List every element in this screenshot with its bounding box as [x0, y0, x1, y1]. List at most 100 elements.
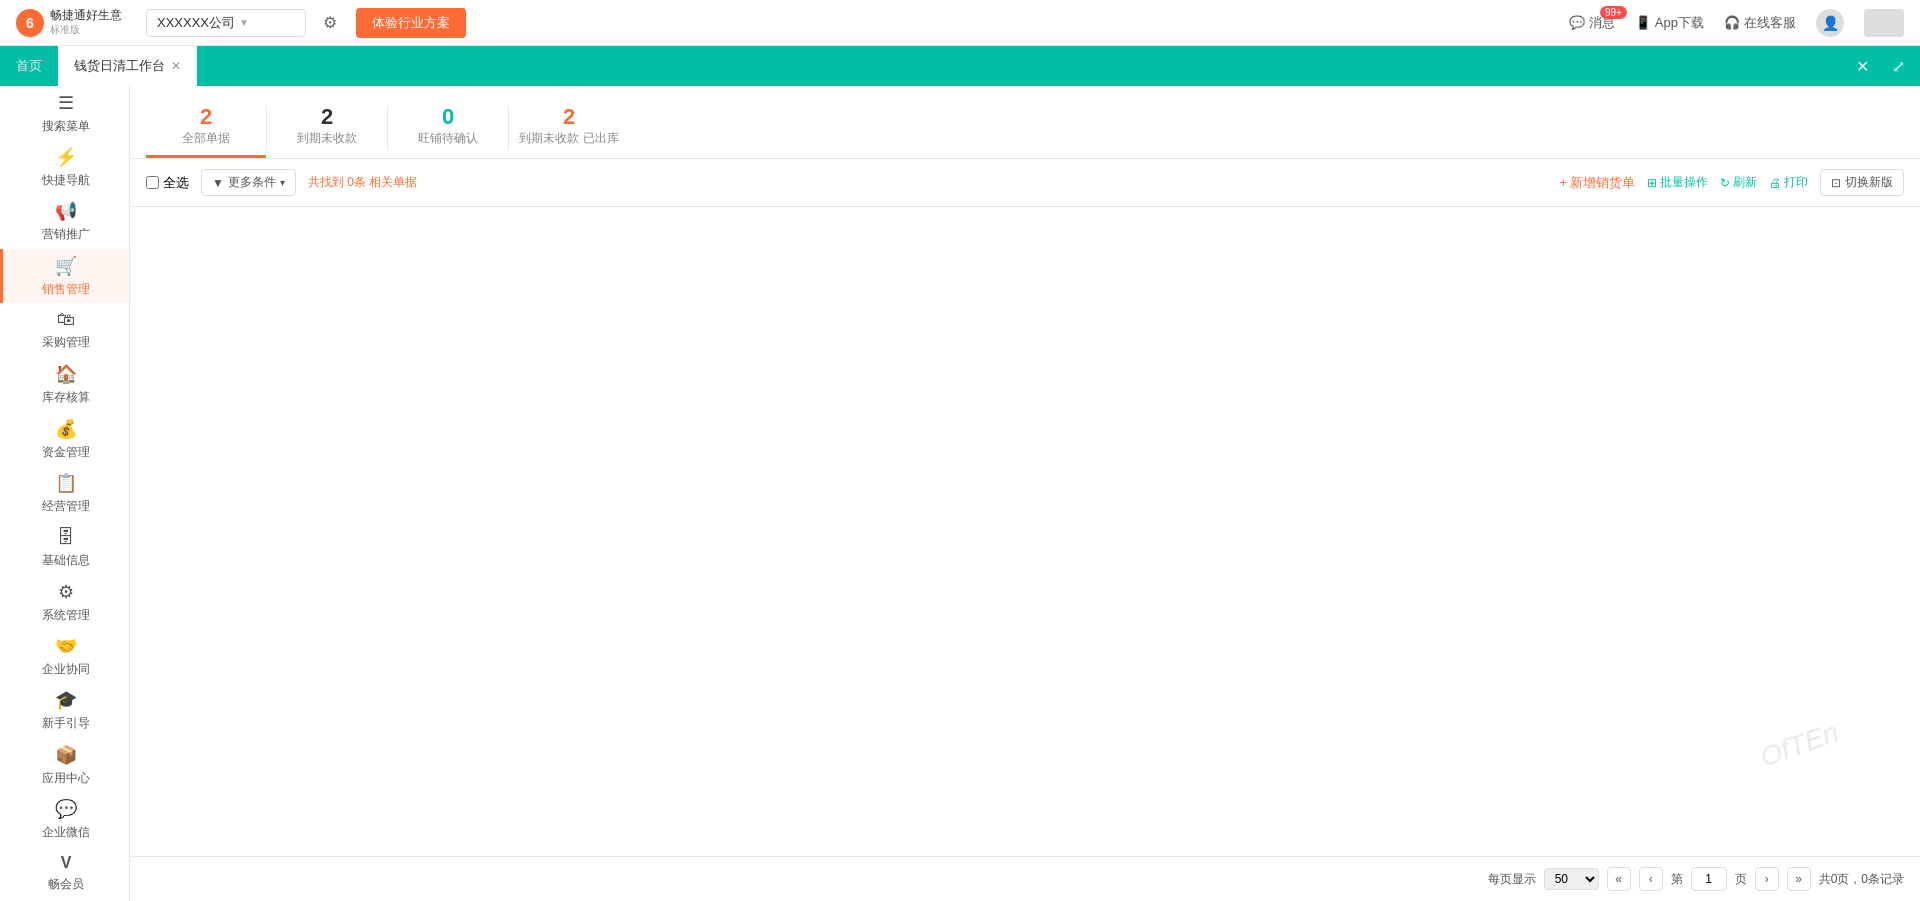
top-right-area: 💬 消息 99+ 📱 App下载 🎧 在线客服 👤: [1569, 9, 1904, 37]
sidebar-item-sales-label: 销售管理: [42, 281, 90, 298]
prev-page-button[interactable]: ‹: [1639, 867, 1663, 891]
company-name: XXXXXX公司: [157, 14, 235, 32]
print-label: 打印: [1784, 174, 1808, 191]
stat-all-count: 2: [200, 106, 212, 128]
stat-tab-wangpu[interactable]: 0 旺铺待确认: [388, 98, 508, 158]
message-icon: 💬: [1569, 15, 1585, 30]
sidebar-item-member-label: 畅会员: [48, 876, 84, 893]
switch-icon: ⊡: [1831, 176, 1841, 190]
logo-icon: 6: [16, 9, 44, 37]
tab-workbench[interactable]: 钱货日清工作台 ✕: [58, 46, 197, 86]
sidebar-item-system[interactable]: ⚙ 系统管理: [0, 575, 129, 629]
tab-navigation: 首页 钱货日清工作台 ✕ ✕ ⤢: [0, 46, 1920, 86]
sidebar-item-guide[interactable]: 🎓 新手引导: [0, 684, 129, 738]
sidebar-item-purchase[interactable]: 🛍 采购管理: [0, 303, 129, 357]
tab-close-button[interactable]: ✕: [171, 59, 181, 73]
refresh-button[interactable]: ↻ 刷新: [1720, 174, 1757, 191]
tab-close-all-button[interactable]: ✕: [1848, 52, 1876, 80]
stat-tab-all[interactable]: 2 全部单据: [146, 98, 266, 158]
page-suffix: 页: [1735, 871, 1747, 888]
top-bar: 6 畅捷通好生意 标准版 XXXXXX公司 ▼ ⚙ 体验行业方案 💬 消息 99…: [0, 0, 1920, 46]
select-all-checkbox[interactable]: 全选: [146, 174, 189, 192]
next-page-icon: ›: [1765, 872, 1769, 886]
print-icon: 🖨: [1769, 176, 1781, 190]
sidebar-item-operation-label: 经营管理: [42, 498, 90, 515]
switch-version-button[interactable]: ⊡ 切换新版: [1820, 169, 1904, 196]
sidebar-item-marketing-label: 营销推广: [42, 226, 90, 243]
marketing-icon: 📢: [55, 200, 77, 222]
stat-wangpu-label: 旺铺待确认: [418, 130, 478, 147]
last-page-button[interactable]: »: [1787, 867, 1811, 891]
tab-home[interactable]: 首页: [0, 46, 58, 86]
stat-shipped-label: 到期未收款 已出库: [519, 130, 618, 147]
stat-shipped-count: 2: [563, 106, 575, 128]
add-sales-order-button[interactable]: + 新增销货单: [1559, 174, 1635, 192]
stat-overdue-label: 到期未收款: [297, 130, 357, 147]
add-btn-label: 新增销货单: [1570, 174, 1635, 192]
avatar[interactable]: 👤: [1816, 9, 1844, 37]
sidebar-item-wechat[interactable]: 💬 企业微信: [0, 792, 129, 846]
purchase-icon: 🛍: [57, 309, 75, 330]
batch-operation-button[interactable]: ⊞ 批量操作: [1647, 174, 1708, 191]
filter-button[interactable]: ▼ 更多条件 ▾: [201, 169, 296, 196]
message-badge: 99+: [1600, 6, 1627, 19]
trial-button[interactable]: 体验行业方案: [356, 8, 466, 38]
sidebar-item-operation[interactable]: 📋 经营管理: [0, 466, 129, 520]
stat-all-label: 全部单据: [182, 130, 230, 147]
prev-page-icon: ‹: [1649, 872, 1653, 886]
page-number-input[interactable]: [1691, 867, 1727, 891]
total-records: 共0页，0条记录: [1819, 871, 1904, 888]
inventory-icon: 🏠: [55, 363, 77, 385]
per-page-select[interactable]: 50 100 200: [1544, 868, 1599, 890]
sidebar-item-inventory[interactable]: 🏠 库存核算: [0, 358, 129, 412]
select-all-input[interactable]: [146, 176, 159, 189]
online-service-button[interactable]: 🎧 在线客服: [1724, 14, 1796, 32]
first-page-button[interactable]: «: [1607, 867, 1631, 891]
stat-wangpu-count: 0: [442, 106, 454, 128]
sidebar-item-inventory-label: 库存核算: [42, 389, 90, 406]
system-icon: ⚙: [58, 581, 74, 603]
message-button[interactable]: 💬 消息 99+: [1569, 14, 1615, 32]
sidebar-item-search[interactable]: ☰ 搜索菜单: [0, 86, 129, 140]
plus-icon: +: [1559, 175, 1567, 190]
sidebar-item-search-label: 搜索菜单: [42, 118, 90, 135]
stat-tab-shipped[interactable]: 2 到期未收款 已出库: [509, 98, 629, 158]
app-download-button[interactable]: 📱 App下载: [1635, 14, 1704, 32]
sidebar-item-collab[interactable]: 🤝 企业协同: [0, 629, 129, 683]
next-page-button[interactable]: ›: [1755, 867, 1779, 891]
company-selector[interactable]: XXXXXX公司 ▼: [146, 9, 306, 37]
operation-icon: 📋: [55, 472, 77, 494]
batch-icon: ⊞: [1647, 176, 1657, 190]
filter-chevron-icon: ▾: [280, 177, 285, 188]
sidebar-item-quicknav[interactable]: ⚡ 快捷导航: [0, 140, 129, 194]
sidebar-item-appstore-label: 应用中心: [42, 770, 90, 787]
sidebar-item-collab-label: 企业协同: [42, 661, 90, 678]
stat-overdue-count: 2: [321, 106, 333, 128]
sidebar-item-member[interactable]: V 畅会员: [0, 847, 129, 901]
sidebar-item-basic[interactable]: 🗄 基础信息: [0, 521, 129, 575]
found-text: 共找到 0条 相关单据: [308, 174, 417, 191]
sidebar-item-sales[interactable]: 🛒 销售管理: [0, 249, 129, 303]
batch-label: 批量操作: [1660, 174, 1708, 191]
filter-label: 更多条件: [228, 174, 276, 191]
stat-tab-overdue[interactable]: 2 到期未收款: [267, 98, 387, 158]
tab-workbench-label: 钱货日清工作台: [74, 57, 165, 75]
gear-icon: ⚙: [323, 13, 337, 32]
found-prefix: 共找到: [308, 175, 344, 189]
sidebar-item-quicknav-label: 快捷导航: [42, 172, 90, 189]
collab-icon: 🤝: [55, 635, 77, 657]
tab-expand-button[interactable]: ⤢: [1884, 52, 1912, 80]
sidebar-item-basic-label: 基础信息: [42, 552, 90, 569]
settings-button[interactable]: ⚙: [314, 7, 346, 39]
user-name-area[interactable]: [1864, 9, 1904, 37]
logo-name: 畅捷通好生意: [50, 8, 122, 24]
per-page-label: 每页显示: [1488, 871, 1536, 888]
print-button[interactable]: 🖨 打印: [1769, 174, 1808, 191]
logo-area: 6 畅捷通好生意 标准版: [16, 8, 146, 38]
found-count: 0条: [347, 175, 369, 189]
sidebar-item-marketing[interactable]: 📢 营销推广: [0, 195, 129, 249]
sidebar-item-appstore[interactable]: 📦 应用中心: [0, 738, 129, 792]
sidebar-item-finance[interactable]: 💰 资金管理: [0, 412, 129, 466]
chevron-down-icon: ▼: [239, 17, 249, 28]
member-icon: V: [61, 854, 72, 872]
